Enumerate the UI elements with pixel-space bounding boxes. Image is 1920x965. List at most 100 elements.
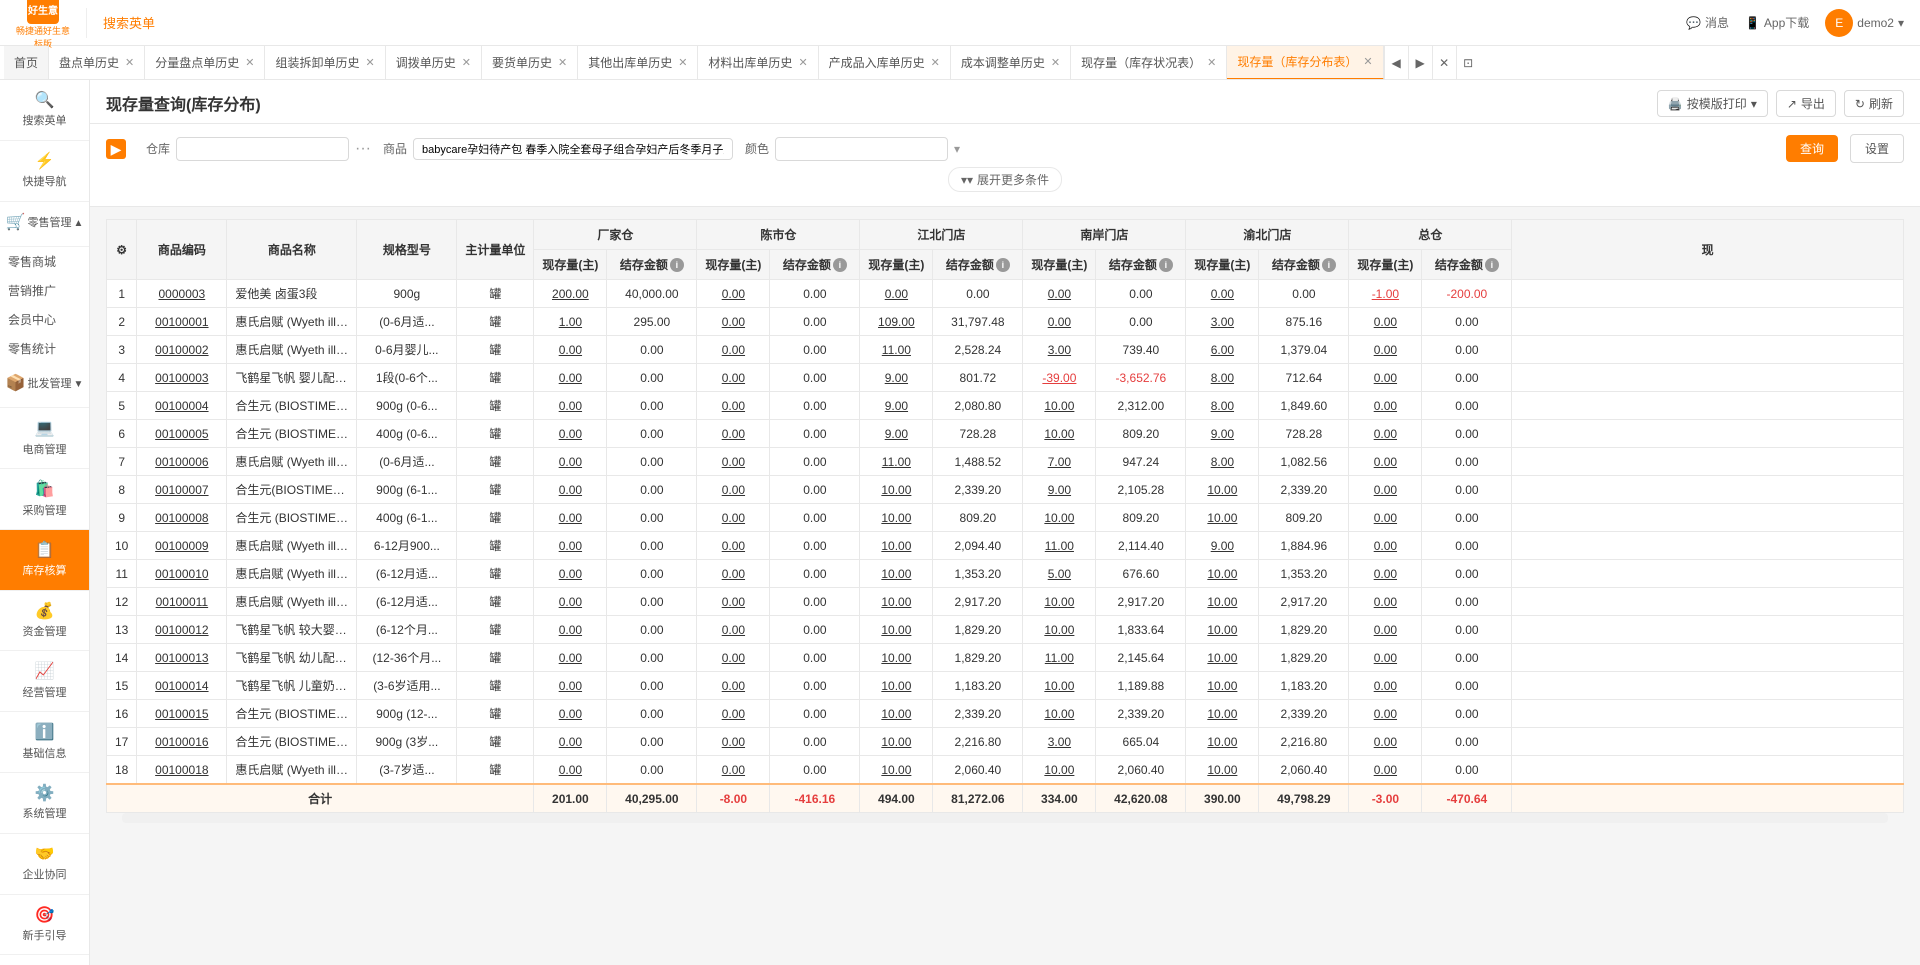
row-yuibei-qty[interactable]: 10.00 bbox=[1186, 588, 1259, 616]
sidebar-item-retail-store[interactable]: 零售商城 bbox=[0, 247, 89, 276]
row-code[interactable]: 00100006 bbox=[137, 448, 227, 476]
row-code[interactable]: 00100003 bbox=[137, 364, 227, 392]
row-nanan-qty[interactable]: 10.00 bbox=[1023, 672, 1096, 700]
row-nanan-qty[interactable]: 7.00 bbox=[1023, 448, 1096, 476]
row-code[interactable]: 00100009 bbox=[137, 532, 227, 560]
row-code[interactable]: 00100004 bbox=[137, 392, 227, 420]
row-total-qty[interactable]: 0.00 bbox=[1349, 588, 1422, 616]
row-total-qty[interactable]: 0.00 bbox=[1349, 308, 1422, 336]
row-code[interactable]: 00100005 bbox=[137, 420, 227, 448]
row-nanan-qty[interactable]: 5.00 bbox=[1023, 560, 1096, 588]
tab-stock-status[interactable]: 现存量（库存状况表） ✕ bbox=[1071, 46, 1227, 80]
row-factory-qty[interactable]: 0.00 bbox=[534, 364, 607, 392]
row-yuibei-qty[interactable]: 8.00 bbox=[1186, 392, 1259, 420]
row-code[interactable]: 00100010 bbox=[137, 560, 227, 588]
row-jiangbei-qty[interactable]: 10.00 bbox=[860, 532, 933, 560]
row-nanan-qty[interactable]: 3.00 bbox=[1023, 728, 1096, 756]
query-btn[interactable]: 查询 bbox=[1786, 135, 1838, 162]
row-factory-qty[interactable]: 0.00 bbox=[534, 420, 607, 448]
expand-conditions-btn[interactable]: ▾▾ 展开更多条件 bbox=[948, 167, 1062, 192]
row-nanan-qty[interactable]: 10.00 bbox=[1023, 420, 1096, 448]
row-total-qty[interactable]: 0.00 bbox=[1349, 364, 1422, 392]
row-yuibei-qty[interactable]: 9.00 bbox=[1186, 420, 1259, 448]
row-yuibei-qty[interactable]: 10.00 bbox=[1186, 560, 1259, 588]
row-factory-qty[interactable]: 0.00 bbox=[534, 532, 607, 560]
row-nanan-qty[interactable]: -39.00 bbox=[1023, 364, 1096, 392]
row-total-qty[interactable]: 0.00 bbox=[1349, 728, 1422, 756]
close-icon[interactable]: ✕ bbox=[931, 56, 940, 69]
row-factory-qty[interactable]: 0.00 bbox=[534, 392, 607, 420]
row-jiangbei-qty[interactable]: 9.00 bbox=[860, 392, 933, 420]
row-chenshi-qty[interactable]: 0.00 bbox=[697, 616, 770, 644]
row-yuibei-qty[interactable]: 10.00 bbox=[1186, 728, 1259, 756]
tab-nav-prev[interactable]: ◀ bbox=[1384, 46, 1408, 80]
sidebar-item-basic-info[interactable]: ℹ️ 基础信息 bbox=[0, 712, 89, 773]
row-code[interactable]: 00100001 bbox=[137, 308, 227, 336]
row-total-qty[interactable]: -1.00 bbox=[1349, 280, 1422, 308]
horizontal-scrollbar[interactable] bbox=[122, 813, 1888, 823]
row-jiangbei-qty[interactable]: 10.00 bbox=[860, 560, 933, 588]
row-factory-qty[interactable]: 0.00 bbox=[534, 616, 607, 644]
user-area[interactable]: E demo2 ▾ bbox=[1825, 9, 1904, 37]
row-yuibei-qty[interactable]: 10.00 bbox=[1186, 756, 1259, 785]
row-factory-qty[interactable]: 0.00 bbox=[534, 672, 607, 700]
row-nanan-qty[interactable]: 9.00 bbox=[1023, 476, 1096, 504]
row-nanan-qty[interactable]: 10.00 bbox=[1023, 392, 1096, 420]
row-chenshi-qty[interactable]: 0.00 bbox=[697, 308, 770, 336]
row-yuibei-qty[interactable]: 10.00 bbox=[1186, 644, 1259, 672]
sidebar-item-marketing[interactable]: 营销推广 bbox=[0, 276, 89, 305]
row-jiangbei-qty[interactable]: 10.00 bbox=[860, 588, 933, 616]
row-yuibei-qty[interactable]: 3.00 bbox=[1186, 308, 1259, 336]
tab-inventory-history[interactable]: 盘点单历史 ✕ bbox=[49, 46, 145, 80]
row-jiangbei-qty[interactable]: 10.00 bbox=[860, 616, 933, 644]
row-jiangbei-qty[interactable]: 10.00 bbox=[860, 476, 933, 504]
sidebar-item-app-center[interactable]: 📱 应用中心 bbox=[0, 955, 89, 965]
tab-transfer[interactable]: 调拨单历史 ✕ bbox=[386, 46, 482, 80]
row-yuibei-qty[interactable]: 10.00 bbox=[1186, 616, 1259, 644]
row-jiangbei-qty[interactable]: 0.00 bbox=[860, 280, 933, 308]
row-nanan-qty[interactable]: 10.00 bbox=[1023, 700, 1096, 728]
row-nanan-qty[interactable]: 10.00 bbox=[1023, 616, 1096, 644]
row-factory-qty[interactable]: 0.00 bbox=[534, 504, 607, 532]
app-download-btn[interactable]: 📱 App下载 bbox=[1745, 14, 1809, 31]
row-code[interactable]: 00100011 bbox=[137, 588, 227, 616]
tab-stock-distribution[interactable]: 现存量（库存分布表） ✕ bbox=[1227, 46, 1383, 80]
row-factory-qty[interactable]: 0.00 bbox=[534, 700, 607, 728]
close-icon[interactable]: ✕ bbox=[678, 56, 687, 69]
row-code[interactable]: 00100018 bbox=[137, 756, 227, 785]
row-code[interactable]: 00100008 bbox=[137, 504, 227, 532]
tab-other-outbound[interactable]: 其他出库单历史 ✕ bbox=[578, 46, 698, 80]
row-chenshi-qty[interactable]: 0.00 bbox=[697, 756, 770, 785]
row-chenshi-qty[interactable]: 0.00 bbox=[697, 364, 770, 392]
row-jiangbei-qty[interactable]: 11.00 bbox=[860, 336, 933, 364]
row-nanan-qty[interactable]: 0.00 bbox=[1023, 280, 1096, 308]
row-jiangbei-qty[interactable]: 10.00 bbox=[860, 644, 933, 672]
sidebar-item-system[interactable]: ⚙️ 系统管理 bbox=[0, 773, 89, 834]
row-yuibei-qty[interactable]: 0.00 bbox=[1186, 280, 1259, 308]
row-jiangbei-qty[interactable]: 10.00 bbox=[860, 728, 933, 756]
sidebar-item-inventory[interactable]: 📋 库存核算 bbox=[0, 530, 89, 591]
close-icon[interactable]: ✕ bbox=[366, 56, 375, 69]
sidebar-item-guide[interactable]: 🎯 新手引导 bbox=[0, 895, 89, 956]
row-total-qty[interactable]: 0.00 bbox=[1349, 616, 1422, 644]
row-chenshi-qty[interactable]: 0.00 bbox=[697, 476, 770, 504]
row-chenshi-qty[interactable]: 0.00 bbox=[697, 672, 770, 700]
tab-nav-next[interactable]: ▶ bbox=[1408, 46, 1432, 80]
row-jiangbei-qty[interactable]: 10.00 bbox=[860, 504, 933, 532]
row-jiangbei-qty[interactable]: 11.00 bbox=[860, 448, 933, 476]
row-yuibei-qty[interactable]: 9.00 bbox=[1186, 532, 1259, 560]
row-code[interactable]: 00100002 bbox=[137, 336, 227, 364]
row-chenshi-qty[interactable]: 0.00 bbox=[697, 700, 770, 728]
close-icon[interactable]: ✕ bbox=[1051, 56, 1060, 69]
sidebar-item-wholesale[interactable]: 📦 批发管理 ▼ bbox=[0, 363, 89, 408]
row-total-qty[interactable]: 0.00 bbox=[1349, 504, 1422, 532]
row-factory-qty[interactable]: 0.00 bbox=[534, 756, 607, 785]
sidebar-item-retail-mgmt[interactable]: 🛒 零售管理 ▲ bbox=[0, 202, 89, 247]
close-icon[interactable]: ✕ bbox=[1207, 56, 1216, 69]
tab-cost-adjust[interactable]: 成本调整单历史 ✕ bbox=[951, 46, 1071, 80]
export-btn[interactable]: ↗ 导出 bbox=[1776, 90, 1836, 117]
row-factory-qty[interactable]: 1.00 bbox=[534, 308, 607, 336]
row-chenshi-qty[interactable]: 0.00 bbox=[697, 532, 770, 560]
close-icon[interactable]: ✕ bbox=[125, 56, 134, 69]
sidebar-item-search[interactable]: 🔍 搜索英单 bbox=[0, 80, 89, 141]
